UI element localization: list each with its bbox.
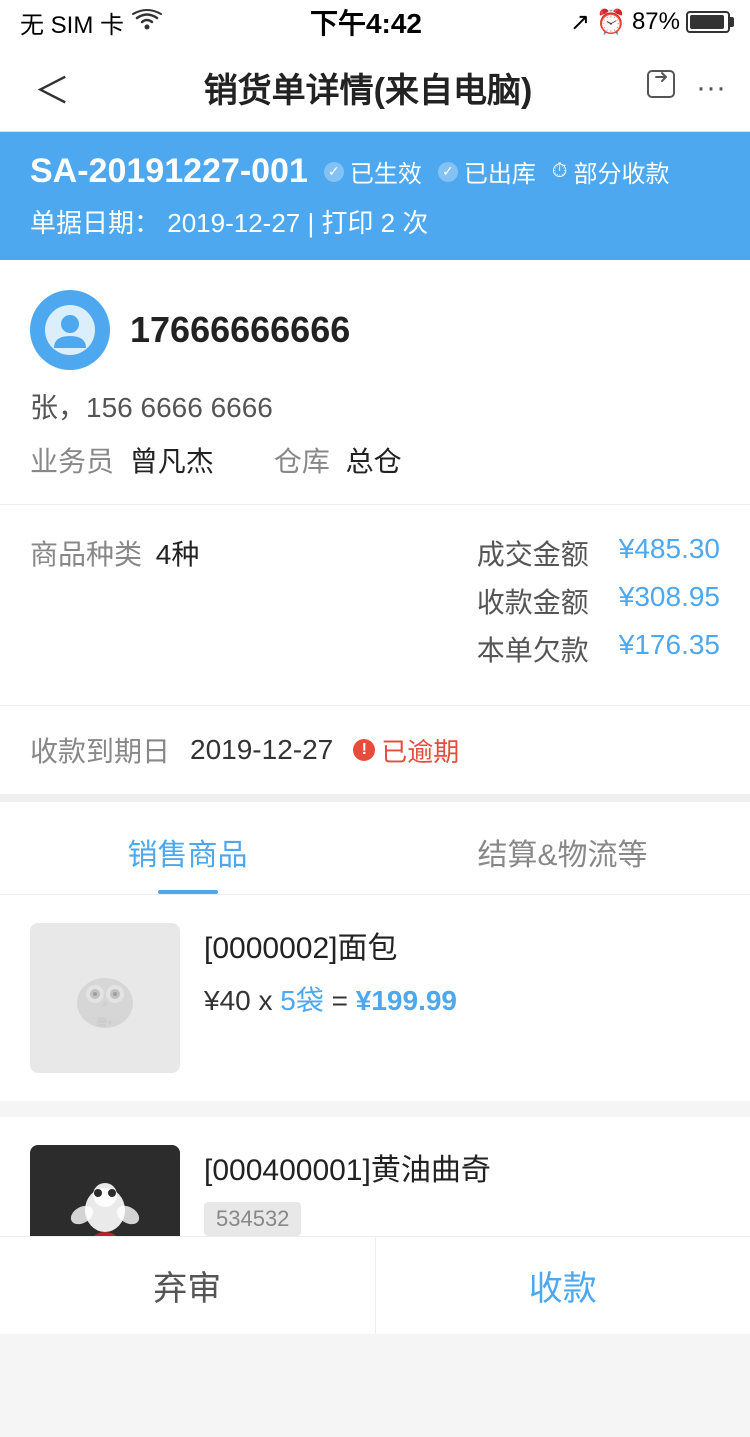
status-time: 下午4:42 (310, 2, 422, 42)
back-button[interactable]: ＜ (24, 52, 80, 124)
nav-bar: ＜ 销货单详情(来自电脑) ··· (0, 44, 750, 132)
deal-amount-row: 成交金额 ¥485.30 (477, 533, 720, 573)
more-icon[interactable]: ··· (696, 71, 726, 105)
alarm-icon: ⏰ (596, 8, 626, 37)
product-image-1: 兽+ (30, 923, 180, 1073)
product-price-1: ¥40 x 5袋 = ¥199.99 (204, 979, 720, 1019)
product-tag-2: 534532 (204, 1202, 301, 1236)
warehouse: 仓库 总仓 (274, 440, 402, 480)
product-placeholder-1: 兽+ (30, 923, 180, 1073)
svg-text:兽+: 兽+ (97, 1016, 113, 1029)
deal-amount-label: 成交金额 (477, 533, 589, 573)
sales-rep-value: 曾凡杰 (130, 446, 214, 477)
customer-meta: 业务员 曾凡杰 仓库 总仓 (30, 440, 720, 480)
deal-amount-value: ¥485.30 (619, 533, 720, 573)
collect-payment-button[interactable]: 收款 (376, 1237, 750, 1334)
overdue-badge: ! 已逾期 (353, 732, 459, 769)
overdue-dot-icon: ! (353, 739, 375, 761)
product-type-label: 商品种类 (30, 539, 142, 570)
tabs: 销售商品 结算&物流等 (0, 802, 750, 895)
order-id: SA-20191227-001 (30, 152, 308, 191)
receipt-amount-value: ¥308.95 (619, 581, 720, 621)
battery-icon (686, 11, 730, 33)
product-type-stats: 商品种类 4种 (30, 533, 199, 573)
cancel-audit-button[interactable]: 弃审 (0, 1237, 376, 1334)
overdue-text: 已逾期 (381, 732, 459, 769)
check-icon-1: ✓ (324, 162, 344, 182)
order-date-info: 单据日期： 2019-12-27 | 打印 2 次 (30, 203, 720, 240)
receipt-amount-label: 收款金额 (477, 581, 589, 621)
sales-rep: 业务员 曾凡杰 (30, 440, 214, 480)
status-bar: 无 SIM 卡 下午4:42 ↗ ⏰ 87% (0, 0, 750, 44)
badge-partial-payment: ⏱ 部分收款 (552, 154, 670, 189)
customer-avatar (30, 290, 110, 370)
product-type-count: 4种 (156, 539, 200, 570)
badge-effective: ✓ 已生效 (324, 154, 422, 189)
clock-icon: ⏱ (552, 160, 568, 183)
due-date-label: 收款到期日 (30, 730, 170, 770)
debt-amount-row: 本单欠款 ¥176.35 (477, 629, 720, 669)
tab-sales-products[interactable]: 销售商品 (0, 802, 375, 894)
badge-shipped: ✓ 已出库 (438, 154, 536, 189)
location-icon: ↗ (570, 8, 590, 37)
customer-phone: 张，156 6666 6666 (30, 386, 720, 426)
page-title: 销货单详情(来自电脑) (90, 63, 646, 112)
product-qty-1: 5袋 (280, 985, 324, 1016)
battery-text: 87% (632, 8, 680, 36)
avatar-person-icon (45, 305, 95, 355)
banner-status-row: SA-20191227-001 ✓ 已生效 ✓ 已出库 ⏱ 部分收款 (30, 152, 720, 191)
tab-settlement-logistics[interactable]: 结算&物流等 (375, 802, 750, 894)
product-info-1: [0000002]面包 ¥40 x 5袋 = ¥199.99 (204, 923, 720, 1073)
order-header-banner: SA-20191227-001 ✓ 已生效 ✓ 已出库 ⏱ 部分收款 单据日期：… (0, 132, 750, 260)
debt-amount-label: 本单欠款 (477, 629, 589, 669)
nav-actions: ··· (646, 69, 726, 107)
status-right: ↗ ⏰ 87% (570, 8, 730, 37)
product-thumbnail-icon-1: 兽+ (65, 958, 145, 1038)
wifi-icon (132, 8, 162, 37)
due-date-section: 收款到期日 2019-12-27 ! 已逾期 (0, 706, 750, 802)
product-name-1: [0000002]面包 (204, 923, 720, 967)
debt-amount-value: ¥176.35 (619, 629, 720, 669)
customer-top: 17666666666 (30, 290, 720, 370)
share-icon[interactable] (646, 69, 676, 107)
bottom-bar: 弃审 收款 (0, 1236, 750, 1334)
product-item-1: 兽+ [0000002]面包 ¥40 x 5袋 = ¥199.99 (0, 895, 750, 1101)
amount-stats: 成交金额 ¥485.30 收款金额 ¥308.95 本单欠款 ¥176.35 (477, 533, 720, 677)
receipt-amount-row: 收款金额 ¥308.95 (477, 581, 720, 621)
warehouse-value: 总仓 (346, 446, 402, 477)
check-icon-2: ✓ (438, 162, 458, 182)
customer-id: 17666666666 (130, 309, 350, 351)
status-left: 无 SIM 卡 (20, 5, 162, 40)
sales-rep-label: 业务员 (30, 446, 114, 477)
carrier-text: 无 SIM 卡 (20, 5, 124, 40)
warehouse-label: 仓库 (274, 446, 330, 477)
due-date-value: 2019-12-27 (190, 734, 333, 766)
product-total-1: ¥199.99 (356, 985, 457, 1016)
stats-section: 商品种类 4种 成交金额 ¥485.30 收款金额 ¥308.95 本单欠款 ¥… (0, 505, 750, 706)
customer-section: 17666666666 张，156 6666 6666 业务员 曾凡杰 仓库 总… (0, 260, 750, 505)
product-name-2: [000400001]黄油曲奇 (204, 1145, 720, 1189)
